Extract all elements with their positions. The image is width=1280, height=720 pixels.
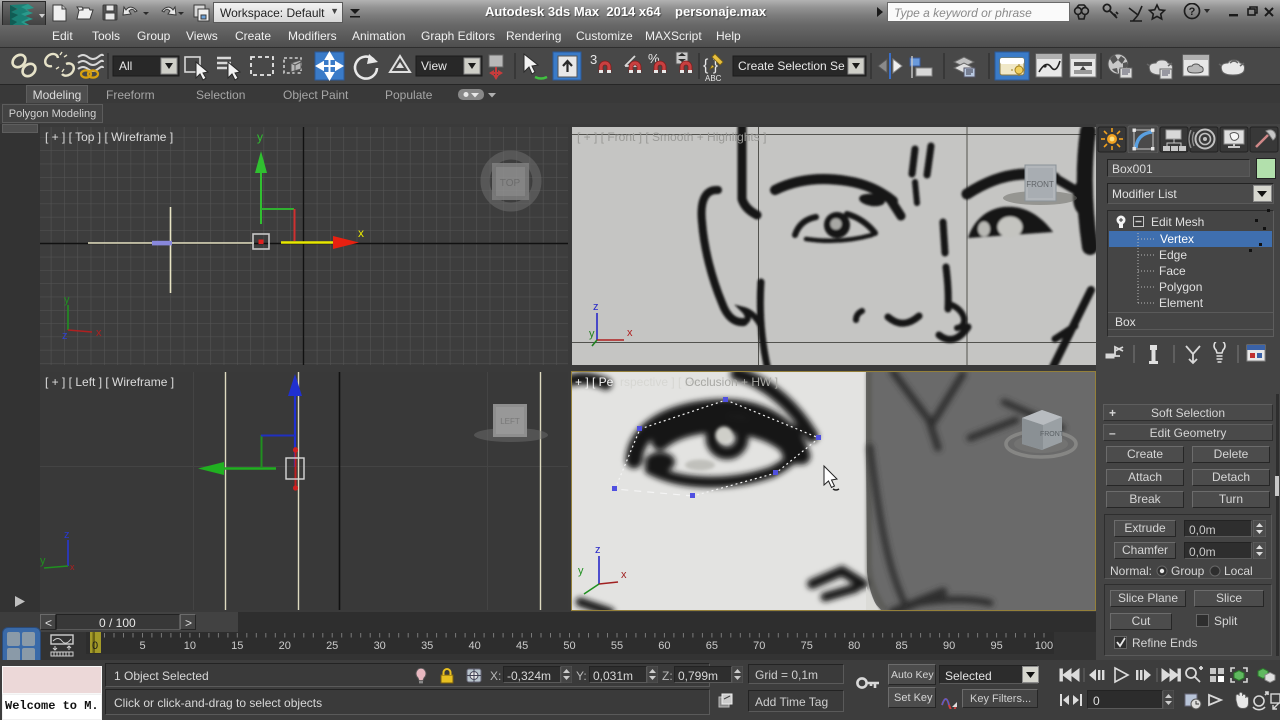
svg-text:80: 80	[848, 640, 860, 652]
svg-text:0: 0	[92, 640, 98, 652]
svg-text:Occlusion + HW ]: Occlusion + HW ]	[685, 375, 778, 389]
svg-text:z: z	[593, 301, 599, 313]
svg-text:z: z	[595, 544, 601, 556]
svg-text:95: 95	[990, 640, 1002, 652]
svg-text:25: 25	[326, 640, 338, 652]
svg-text:y: y	[578, 565, 584, 577]
svg-text:TOP: TOP	[500, 178, 521, 189]
svg-text:x: x	[358, 226, 364, 240]
svg-text:65: 65	[706, 640, 718, 652]
svg-text:40: 40	[468, 640, 480, 652]
svg-text:ABC: ABC	[705, 74, 722, 83]
svg-text:Create Selection Se: Create Selection Se	[738, 59, 845, 73]
svg-text:z: z	[64, 529, 70, 541]
svg-text:FRONT: FRONT	[1026, 180, 1054, 189]
svg-text:[ + ] [ Top ] [ Wireframe ]: [ + ] [ Top ] [ Wireframe ]	[45, 130, 173, 144]
svg-text:90: 90	[943, 640, 955, 652]
svg-text:45: 45	[516, 640, 528, 652]
svg-text:[ + ] [ Front ] [ Smooth + Hig: [ + ] [ Front ] [ Smooth + Highlights ]	[577, 130, 766, 144]
svg-text:75: 75	[801, 640, 813, 652]
svg-text:20: 20	[279, 640, 291, 652]
svg-text:50: 50	[563, 640, 575, 652]
svg-text:x: x	[621, 569, 627, 581]
svg-text:30: 30	[374, 640, 386, 652]
svg-text:FRONT: FRONT	[1040, 431, 1065, 438]
svg-text:LEFT: LEFT	[500, 417, 520, 426]
svg-text:x: x	[627, 327, 633, 339]
svg-text:70: 70	[753, 640, 765, 652]
svg-text:y: y	[257, 130, 263, 144]
svg-text:100: 100	[1035, 640, 1053, 652]
svg-text:y: y	[64, 294, 70, 306]
svg-text:35: 35	[421, 640, 433, 652]
svg-text:5: 5	[139, 640, 145, 652]
svg-text:x: x	[70, 562, 75, 572]
svg-text:+ ] [ Pe: + ] [ Pe	[575, 375, 614, 389]
svg-text:85: 85	[895, 640, 907, 652]
svg-text:15: 15	[231, 640, 243, 652]
svg-text:All: All	[119, 59, 132, 73]
svg-text:60: 60	[658, 640, 670, 652]
svg-text:y: y	[589, 328, 595, 340]
svg-text:x: x	[96, 327, 102, 339]
svg-text:3: 3	[590, 52, 597, 67]
svg-text:View: View	[421, 59, 447, 73]
svg-text:55: 55	[611, 640, 623, 652]
svg-text:?: ?	[1189, 6, 1196, 18]
svg-text:[ + ] [ Left ] [ Wireframe ]: [ + ] [ Left ] [ Wireframe ]	[45, 375, 174, 389]
svg-text:y: y	[40, 555, 46, 567]
svg-text:10: 10	[184, 640, 196, 652]
svg-text:z: z	[62, 330, 68, 342]
